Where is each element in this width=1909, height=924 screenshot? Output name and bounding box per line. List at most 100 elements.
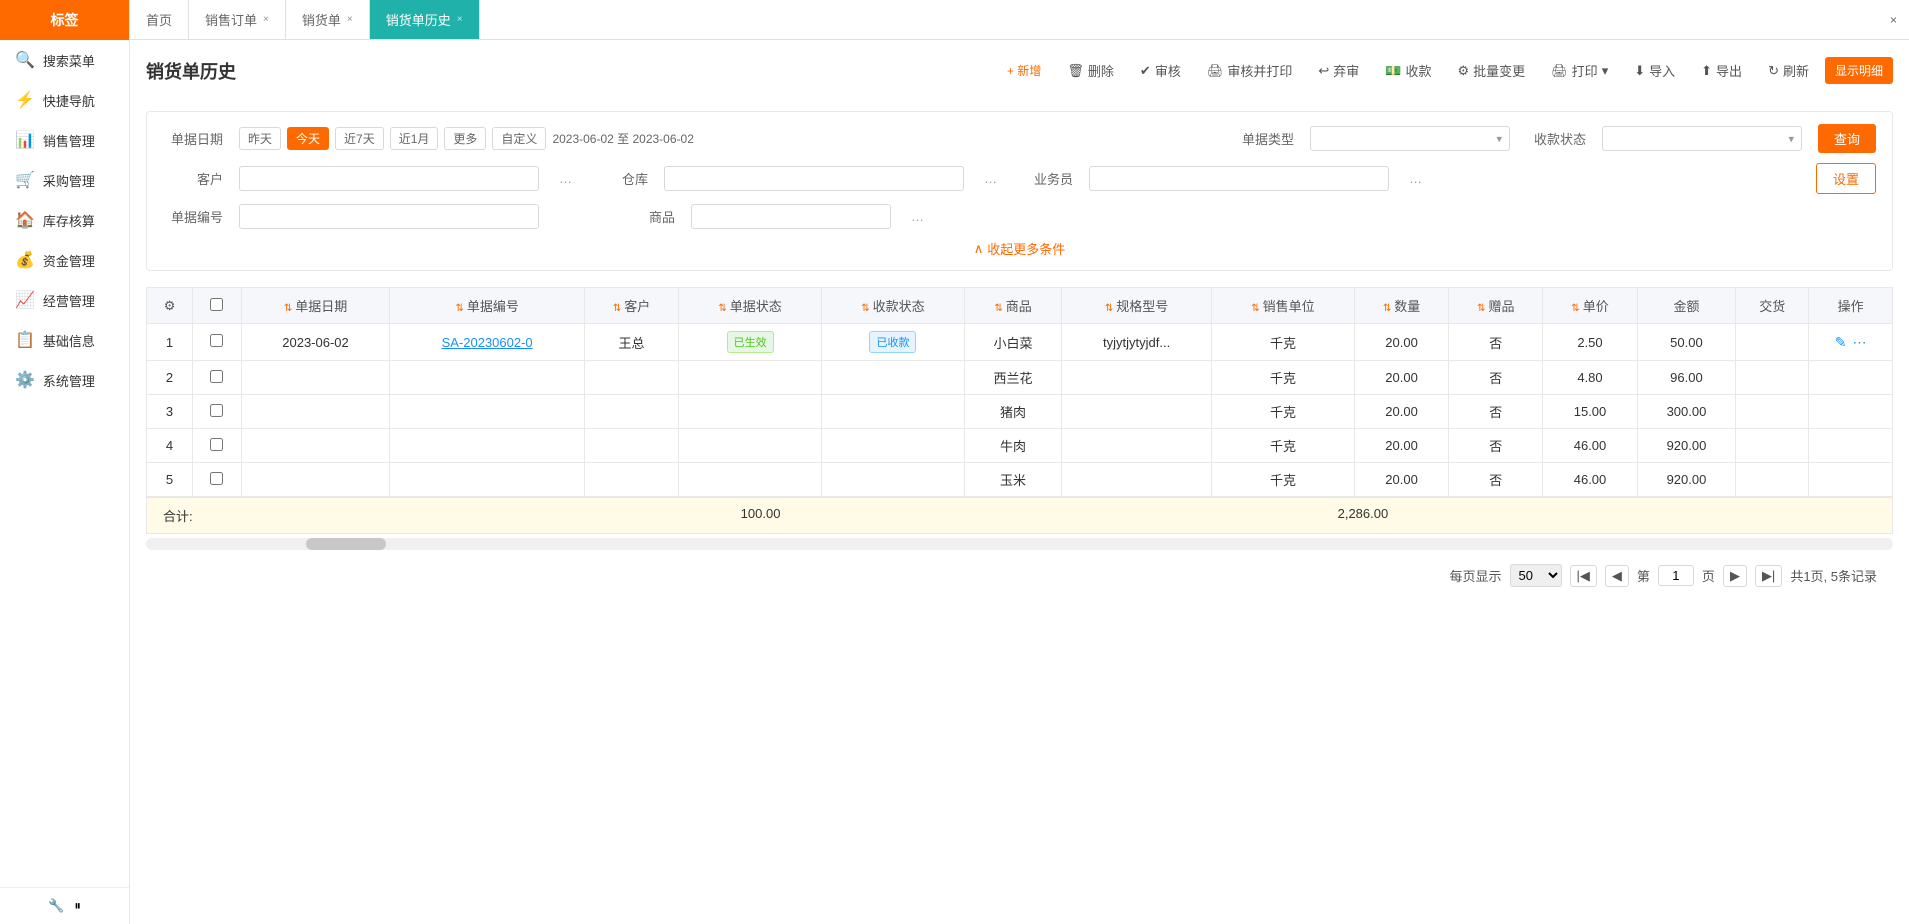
sidebar-bottom-icon1[interactable]: 🔧: [48, 898, 64, 914]
warehouse-input[interactable]: [664, 166, 964, 191]
row-checkbox[interactable]: [210, 438, 223, 451]
doc-type-select[interactable]: [1310, 126, 1510, 151]
th-goods[interactable]: 商品: [964, 288, 1061, 324]
tab-home[interactable]: 首页: [130, 0, 189, 39]
collect-button[interactable]: 💵 收款: [1375, 56, 1441, 85]
th-gift[interactable]: 赠品: [1449, 288, 1543, 324]
current-page-input[interactable]: [1658, 565, 1694, 586]
cell-checkbox[interactable]: [193, 361, 242, 395]
delete-button[interactable]: 🗑 删除: [1057, 56, 1124, 85]
sidebar-item-basic-info[interactable]: 📋 基础信息: [0, 320, 129, 360]
new-button[interactable]: + 新增: [997, 57, 1051, 84]
cell-action[interactable]: [1809, 395, 1893, 429]
tab-sales-goods[interactable]: 销货单 ×: [286, 0, 370, 39]
th-spec[interactable]: 规格型号: [1062, 288, 1212, 324]
sidebar-bottom-icon2[interactable]: ⏸: [74, 898, 81, 914]
th-doc-no[interactable]: 单据编号: [390, 288, 585, 324]
sidebar-item-sales-mgmt[interactable]: 📊 销售管理: [0, 120, 129, 160]
sidebar-item-search-menu[interactable]: 🔍 搜索菜单: [0, 40, 129, 80]
sidebar-item-purchase-mgmt[interactable]: 🛒 采购管理: [0, 160, 129, 200]
salesperson-dots[interactable]: …: [1409, 171, 1422, 186]
cell-checkbox[interactable]: [193, 429, 242, 463]
cell-checkbox[interactable]: [193, 324, 242, 361]
tab-sales-history[interactable]: 销货单历史 ×: [370, 0, 480, 39]
row-checkbox[interactable]: [210, 472, 223, 485]
date-btn-yesterday[interactable]: 昨天: [239, 127, 281, 150]
sidebar-item-operations[interactable]: 📈 经营管理: [0, 280, 129, 320]
sidebar-item-inventory[interactable]: 🏠 库存核算: [0, 200, 129, 240]
abandon-button[interactable]: ↩ 弃审: [1308, 56, 1369, 85]
cell-doc-no[interactable]: [390, 395, 585, 429]
cell-checkbox[interactable]: [193, 395, 242, 429]
tab-sales-history-close[interactable]: ×: [457, 14, 463, 25]
cell-doc-no[interactable]: SA-20230602-0: [390, 324, 585, 361]
sidebar-item-finance[interactable]: 💰 资金管理: [0, 240, 129, 280]
audit-print-button[interactable]: 🖨 审核并打印: [1197, 56, 1303, 85]
cell-action[interactable]: ✎⋯: [1809, 324, 1893, 361]
cell-action[interactable]: [1809, 361, 1893, 395]
row-checkbox[interactable]: [210, 404, 223, 417]
display-detail-button[interactable]: 显示明细: [1825, 57, 1893, 84]
date-btn-more[interactable]: 更多: [444, 127, 486, 150]
date-btn-today[interactable]: 今天: [287, 127, 329, 150]
audit-icon: ✔: [1140, 63, 1151, 79]
th-unit[interactable]: 销售单位: [1212, 288, 1355, 324]
per-page-select[interactable]: 50 100 200: [1510, 564, 1562, 587]
last-page-btn[interactable]: ▶|: [1755, 565, 1782, 587]
th-doc-date[interactable]: 单据日期: [241, 288, 390, 324]
doc-no-input[interactable]: [239, 204, 539, 229]
horizontal-scrollbar[interactable]: [146, 538, 1893, 550]
cell-unit: 千克: [1212, 429, 1355, 463]
cell-doc-no[interactable]: [390, 463, 585, 497]
sidebar-item-quick-nav[interactable]: ⚡ 快捷导航: [0, 80, 129, 120]
cell-doc-status: [679, 463, 822, 497]
batch-change-button[interactable]: ⚙ 批量变更: [1447, 56, 1535, 85]
print-button[interactable]: 🖨 打印 ▾: [1541, 56, 1618, 85]
th-unit-price[interactable]: 单价: [1543, 288, 1637, 324]
next-page-btn[interactable]: ▶: [1723, 565, 1747, 587]
more-icon[interactable]: ⋯: [1852, 334, 1866, 351]
set-button[interactable]: 设置: [1816, 163, 1876, 194]
goods-dots[interactable]: …: [911, 209, 924, 224]
collect-status-select[interactable]: [1602, 126, 1802, 151]
date-label: 单据日期: [163, 129, 223, 148]
query-button[interactable]: 查询: [1818, 124, 1876, 153]
date-btn-custom[interactable]: 自定义: [492, 127, 546, 150]
warehouse-dots[interactable]: …: [984, 171, 997, 186]
date-btn-7days[interactable]: 近7天: [335, 127, 384, 150]
audit-button[interactable]: ✔ 审核: [1130, 56, 1191, 85]
refresh-icon: ↻: [1768, 63, 1779, 79]
edit-icon[interactable]: ✎: [1835, 334, 1847, 351]
customer-input[interactable]: [239, 166, 539, 191]
tab-sales-order[interactable]: 销售订单 ×: [189, 0, 286, 39]
cell-checkbox[interactable]: [193, 463, 242, 497]
refresh-button[interactable]: ↻ 刷新: [1758, 56, 1819, 85]
cell-action[interactable]: [1809, 463, 1893, 497]
date-btn-1month[interactable]: 近1月: [390, 127, 439, 150]
tab-sales-order-close[interactable]: ×: [263, 14, 269, 25]
row-checkbox[interactable]: [210, 334, 223, 347]
cell-action[interactable]: [1809, 429, 1893, 463]
tab-sales-goods-close[interactable]: ×: [347, 14, 353, 25]
sidebar-item-label: 库存核算: [43, 211, 95, 230]
row-checkbox[interactable]: [210, 370, 223, 383]
th-customer[interactable]: 客户: [584, 288, 678, 324]
cell-doc-no[interactable]: [390, 361, 585, 395]
sidebar-item-sys-mgmt[interactable]: ⚙️ 系统管理: [0, 360, 129, 400]
cell-doc-no[interactable]: [390, 429, 585, 463]
prev-page-btn[interactable]: ◀: [1605, 565, 1629, 587]
export-button[interactable]: ⬆ 导出: [1691, 56, 1752, 85]
goods-input[interactable]: [691, 204, 891, 229]
salesperson-input[interactable]: [1089, 166, 1389, 191]
collapse-button[interactable]: ∧ 收起更多条件: [163, 239, 1876, 258]
select-all-checkbox[interactable]: [210, 298, 223, 311]
doc-no-link[interactable]: SA-20230602-0: [442, 335, 533, 350]
th-qty[interactable]: 数量: [1354, 288, 1448, 324]
th-doc-status[interactable]: 单据状态: [679, 288, 822, 324]
first-page-btn[interactable]: |◀: [1570, 565, 1597, 587]
import-button[interactable]: ⬇ 导入: [1624, 56, 1685, 85]
tabs-close-all[interactable]: ×: [1878, 0, 1909, 39]
th-settings[interactable]: ⚙: [147, 288, 193, 324]
customer-dots[interactable]: …: [559, 171, 572, 186]
th-collect-status[interactable]: 收款状态: [822, 288, 965, 324]
